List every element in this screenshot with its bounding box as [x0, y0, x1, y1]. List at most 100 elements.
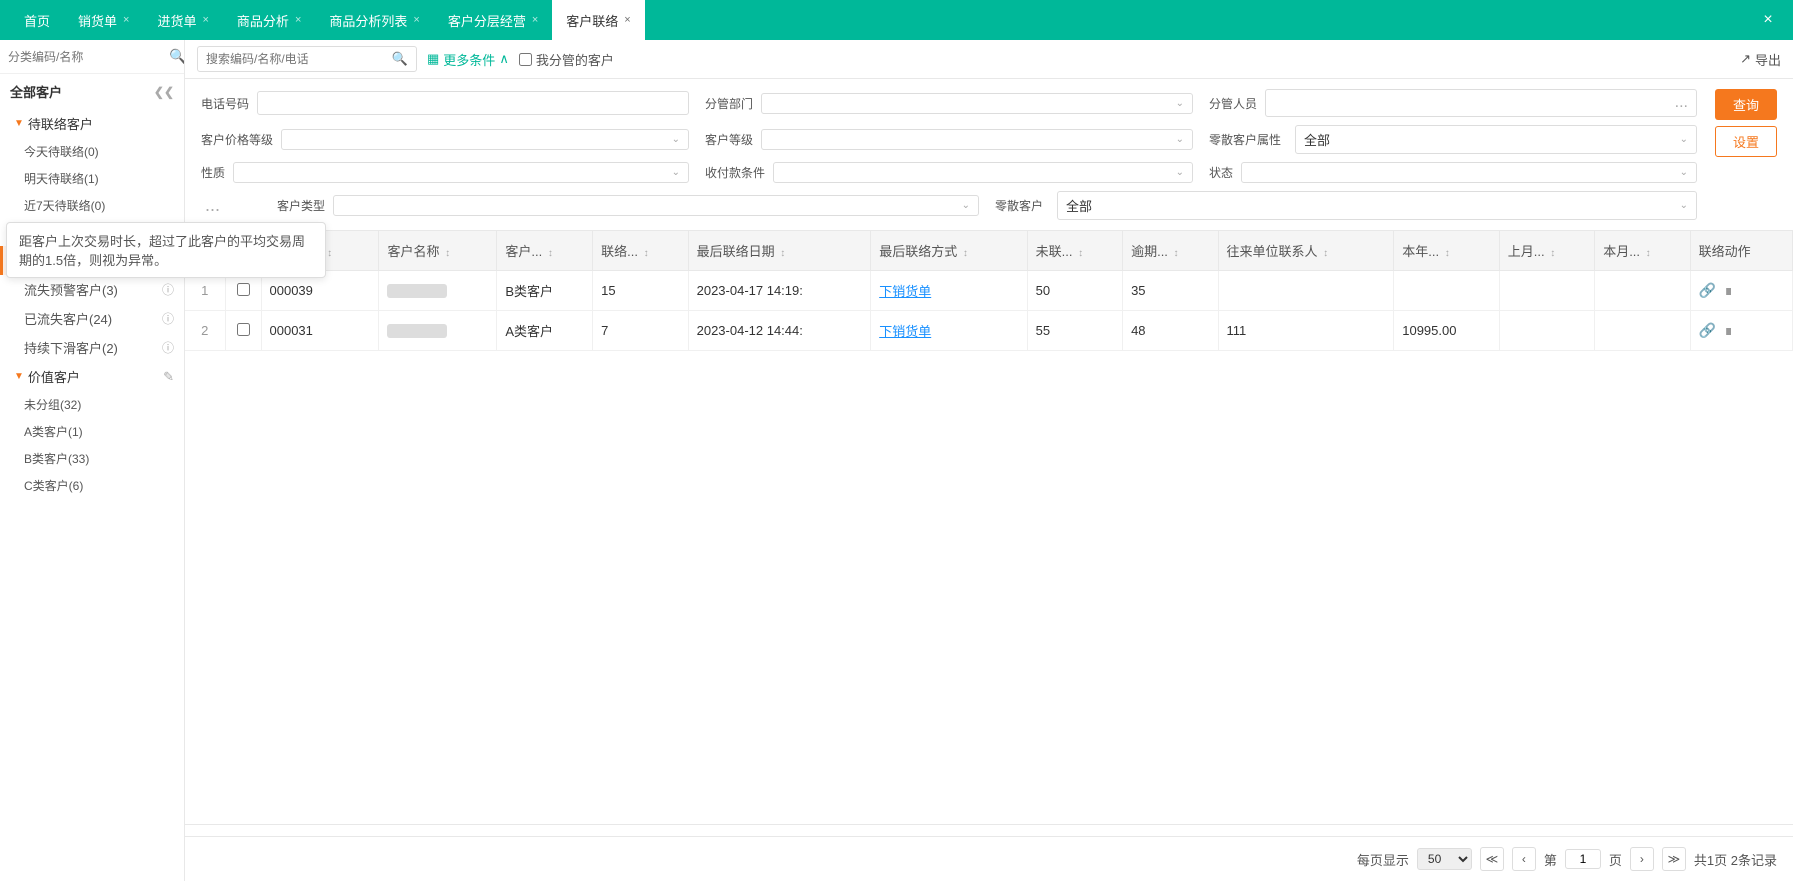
customer-level-select[interactable]: ⌄ — [761, 129, 1193, 150]
sidebar-item-today[interactable]: 今天待联络(0) — [0, 138, 184, 165]
main-search-icon[interactable]: 🔍 — [392, 51, 408, 67]
query-button[interactable]: 查询 — [1715, 89, 1777, 120]
nav-close-customer-contact[interactable]: × — [624, 14, 630, 26]
sidebar-item-declining[interactable]: 持续下滑客户(2) ⓘ — [0, 333, 184, 362]
sidebar-item-7days[interactable]: 近7天待联络(0) — [0, 192, 184, 219]
nav-item-customer-tier[interactable]: 客户分层经营 × — [434, 0, 552, 40]
customer-name-blurred-1 — [387, 284, 447, 298]
manager-select[interactable]: ... — [1265, 89, 1697, 117]
filter-row-3: 性质 ⌄ 收付款条件 ⌄ — [201, 162, 1697, 183]
manager-ellipsis[interactable]: ... — [1675, 94, 1688, 112]
th-type[interactable]: 客户... ↕ — [497, 231, 593, 271]
customer-type-arrow: ⌄ — [962, 200, 970, 211]
retail-attr-label: 零散客户属性 — [1209, 131, 1281, 148]
status-select[interactable]: ⌄ — [1241, 162, 1697, 183]
my-customers-label: 我分管的客户 — [536, 50, 614, 69]
last-method-link-2[interactable]: 下销货单 — [879, 324, 931, 339]
customer-type-label: 客户类型 — [277, 197, 325, 214]
more-filter-ellipsis[interactable]: ... — [205, 195, 220, 216]
customer-table: ⚙ 客户编码 ↕ 客户名称 ↕ 客户... ↕ 联络... ↕ 最后联络日期 ↕… — [185, 231, 1793, 351]
table-row: 1 000039 B类客户 15 2023-04-17 14:19: 下销货单 … — [185, 271, 1793, 311]
th-contacts[interactable]: 往来单位联系人 ↕ — [1218, 231, 1394, 271]
next-page-button[interactable]: › — [1630, 847, 1654, 871]
sidebar-item-churn-warning[interactable]: 流失预警客户(3) ⓘ — [0, 275, 184, 304]
nav-item-customer-contact[interactable]: 客户联络 × — [552, 0, 644, 40]
info-icon-declining[interactable]: ⓘ — [162, 339, 174, 356]
sidebar-section-value[interactable]: ▼ 价值客户 ✎ — [0, 362, 184, 391]
settings-button[interactable]: 设置 — [1715, 126, 1777, 157]
sidebar-item-tomorrow[interactable]: 明天待联络(1) — [0, 165, 184, 192]
sidebar-item-churned[interactable]: 已流失客户(24) ⓘ — [0, 304, 184, 333]
link-action-icon-2[interactable]: 🔗 — [1699, 322, 1716, 339]
first-page-button[interactable]: ≪ — [1480, 847, 1504, 871]
sidebar-item-class-a[interactable]: A类客户(1) — [0, 418, 184, 445]
th-this-month[interactable]: 本月... ↕ — [1595, 231, 1690, 271]
filter-field-manager: 分管人员 ... — [1209, 89, 1697, 117]
horizontal-scroll[interactable] — [185, 824, 1793, 836]
dept-select[interactable]: ⌄ — [761, 93, 1193, 114]
nav-item-purchase[interactable]: 进货单 × — [143, 0, 222, 40]
sidebar-item-ungroups[interactable]: 未分组(32) — [0, 391, 184, 418]
th-overdue[interactable]: 逾期... ↕ — [1123, 231, 1218, 271]
nav-item-analysis-list[interactable]: 商品分析列表 × — [315, 0, 433, 40]
prev-page-button[interactable]: ‹ — [1512, 847, 1536, 871]
churned-label: 已流失客户(24) — [24, 309, 112, 328]
cell-index-2: 2 — [185, 311, 225, 351]
th-contact-count[interactable]: 联络... ↕ — [593, 231, 688, 271]
nav-close-analysis-list[interactable]: × — [413, 14, 419, 26]
more-conditions-button[interactable]: ▦ 更多条件 ∧ — [427, 50, 509, 69]
phone-input[interactable] — [257, 91, 689, 115]
th-year[interactable]: 本年... ↕ — [1394, 231, 1500, 271]
main-search-input[interactable] — [206, 52, 392, 66]
my-customers-checkbox[interactable] — [519, 53, 532, 66]
retail-attr-select[interactable]: 全部 ⌄ — [1295, 125, 1697, 154]
sidebar-item-class-b[interactable]: B类客户(33) — [0, 445, 184, 472]
payment-select[interactable]: ⌄ — [773, 162, 1193, 183]
grid-action-icon-1[interactable]: ∎ — [1724, 282, 1733, 299]
retail-customer-select[interactable]: 全部 ⌄ — [1057, 191, 1697, 220]
export-icon: ↗ — [1740, 51, 1751, 67]
declining-label: 持续下滑客户(2) — [24, 338, 118, 357]
close-all-tabs-button[interactable]: × — [1753, 5, 1783, 35]
retail-customer-label: 零散客户 — [995, 197, 1043, 214]
sidebar-item-class-c[interactable]: C类客户(6) — [0, 472, 184, 499]
nav-close-purchase[interactable]: × — [202, 14, 208, 26]
link-action-icon-1[interactable]: 🔗 — [1699, 282, 1716, 299]
gender-select[interactable]: ⌄ — [233, 162, 689, 183]
section-arrow-pending: ▼ — [14, 118, 24, 129]
th-last-contact-method[interactable]: 最后联络方式 ↕ — [871, 231, 1027, 271]
last-page-button[interactable]: ≫ — [1662, 847, 1686, 871]
per-page-label: 每页显示 — [1357, 850, 1409, 869]
cell-name-1 — [379, 271, 497, 311]
export-button[interactable]: ↗ 导出 — [1740, 50, 1781, 69]
th-name[interactable]: 客户名称 ↕ — [379, 231, 497, 271]
nav-item-home[interactable]: 首页 — [10, 0, 64, 40]
edit-icon-value[interactable]: ✎ — [163, 369, 174, 385]
sidebar-collapse-icon[interactable]: ❮❮ — [154, 85, 174, 99]
th-last-contact-date[interactable]: 最后联络日期 ↕ — [688, 231, 871, 271]
nav-item-sales[interactable]: 销货单 × — [64, 0, 143, 40]
filter-field-price-level: 客户价格等级 ⌄ — [201, 129, 689, 150]
nav-close-sales[interactable]: × — [123, 14, 129, 26]
sidebar-section-pending[interactable]: ▼ 待联络客户 — [0, 109, 184, 138]
page-input[interactable] — [1565, 849, 1601, 869]
price-level-select[interactable]: ⌄ — [281, 129, 689, 150]
right-content: 🔍 ▦ 更多条件 ∧ 我分管的客户 ↗ 导出 — [185, 40, 1793, 881]
nav-item-analysis[interactable]: 商品分析 × — [223, 0, 315, 40]
th-last-month[interactable]: 上月... ↕ — [1499, 231, 1594, 271]
sidebar-search-input[interactable] — [8, 50, 163, 64]
cell-name-2 — [379, 311, 497, 351]
row-checkbox-1[interactable] — [237, 283, 250, 296]
per-page-select[interactable]: 50 20 100 — [1417, 848, 1472, 870]
sidebar-search-bar: 🔍 — [0, 40, 184, 74]
customer-type-select[interactable]: ⌄ — [333, 195, 979, 216]
sidebar-search-icon[interactable]: 🔍 — [169, 48, 185, 65]
info-icon-churn-warning[interactable]: ⓘ — [162, 281, 174, 298]
th-no-contact[interactable]: 未联... ↕ — [1027, 231, 1122, 271]
grid-action-icon-2[interactable]: ∎ — [1724, 322, 1733, 339]
last-method-link-1[interactable]: 下销货单 — [879, 284, 931, 299]
row-checkbox-2[interactable] — [237, 323, 250, 336]
info-icon-churned[interactable]: ⓘ — [162, 310, 174, 327]
nav-close-customer-tier[interactable]: × — [532, 14, 538, 26]
nav-close-analysis[interactable]: × — [295, 14, 301, 26]
